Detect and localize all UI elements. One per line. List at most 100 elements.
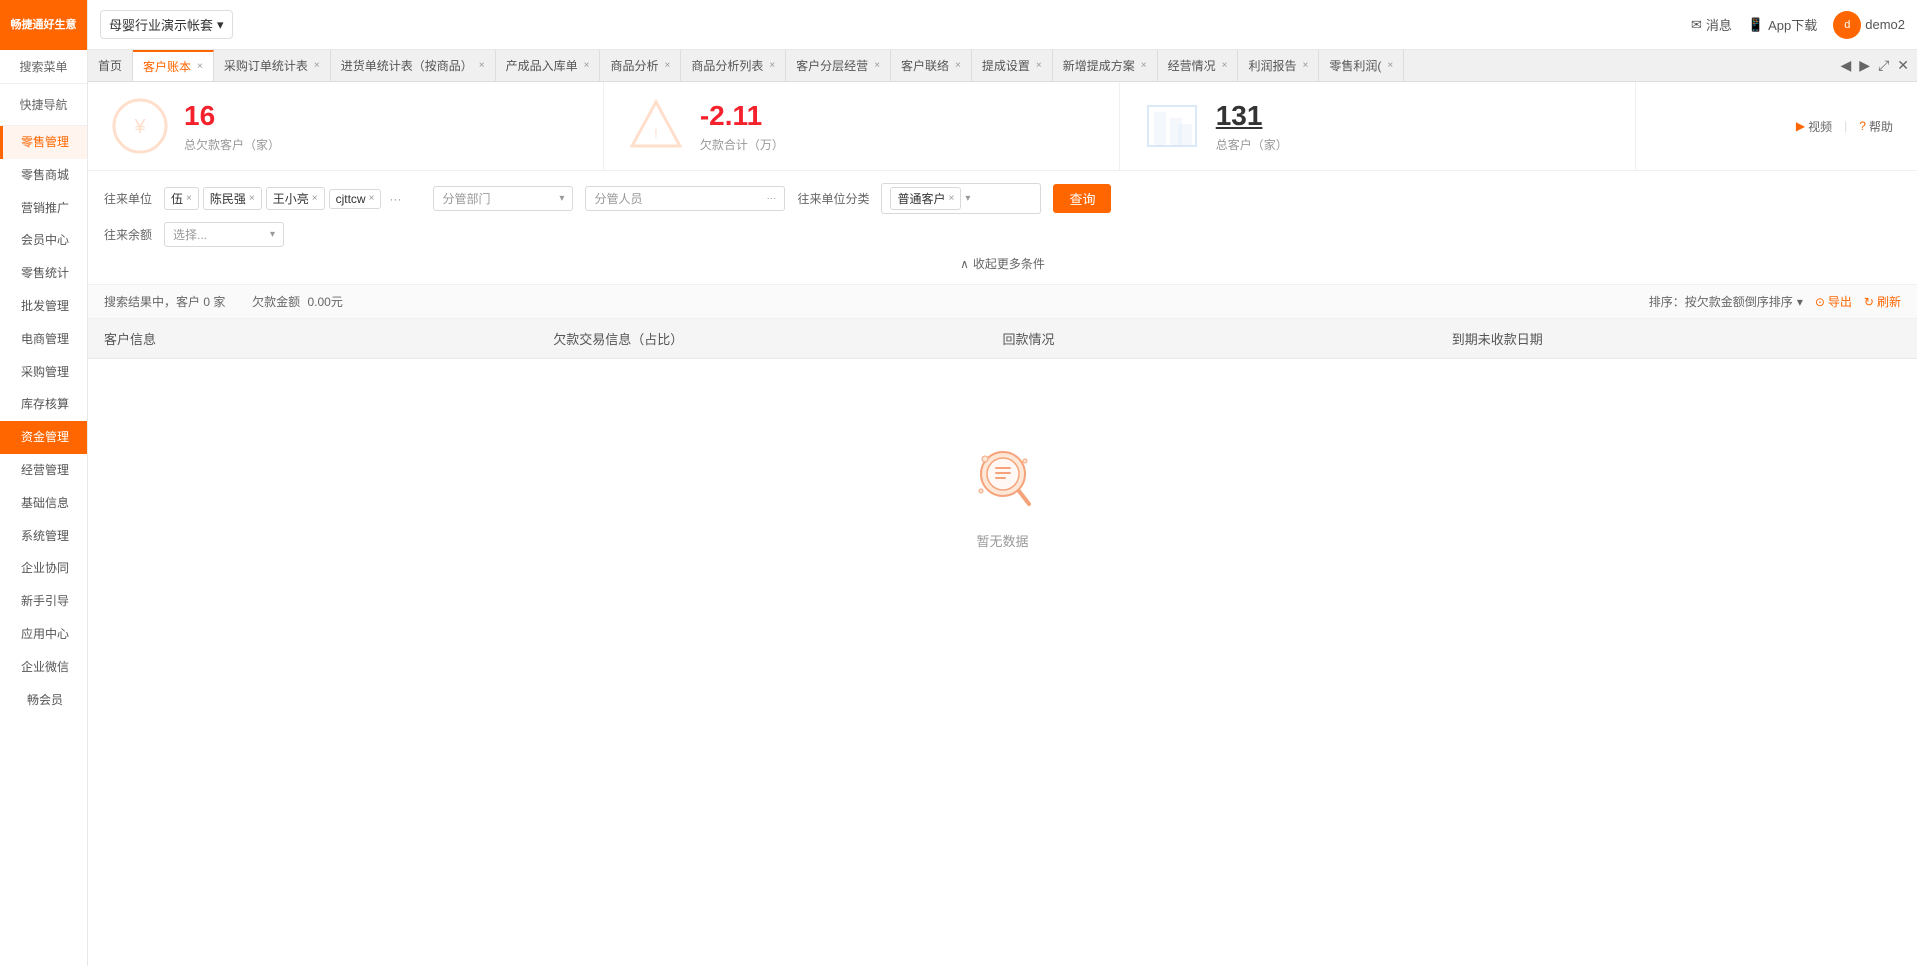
help-button[interactable]: ? 帮助 (1859, 118, 1893, 135)
tabs-close-btn[interactable]: ✕ (1895, 55, 1911, 76)
tab-customer-book-close[interactable]: × (197, 61, 203, 72)
sidebar-item-inventory-label: 库存核算 (7, 396, 83, 413)
sidebar-item-marketing-label: 营销推广 (7, 200, 83, 217)
message-action[interactable]: ✉ 消息 (1691, 15, 1732, 34)
help-icon: ? (1859, 119, 1866, 133)
sidebar-item-inventory[interactable]: 库存核算 (0, 388, 87, 421)
tab-profit-report[interactable]: 利润报告 × (1238, 50, 1319, 82)
tab-customer-contact-close[interactable]: × (955, 60, 961, 71)
sidebar-logo[interactable]: 畅捷通好生意 (0, 0, 87, 50)
tab-customer-layered-close[interactable]: × (874, 60, 880, 71)
tab-production-inbound[interactable]: 产成品入库单 × (496, 50, 601, 82)
sidebar-item-wholesale[interactable]: 批发管理 (0, 290, 87, 323)
tab-customer-contact[interactable]: 客户联络 × (891, 50, 972, 82)
result-sort[interactable]: 排序：按欠款金额倒序排序 ▾ (1649, 293, 1803, 310)
table-header-repayment: 回款情况 (1003, 329, 1452, 348)
tab-product-analysis-list-close[interactable]: × (769, 60, 775, 71)
sidebar-item-wechat-label: 企业微信 (7, 659, 83, 676)
filter-collapse[interactable]: ∧ 收起更多条件 (104, 255, 1901, 272)
sidebar-item-member[interactable]: 会员中心 (0, 224, 87, 257)
filter-classify-remove[interactable]: × (948, 193, 954, 204)
tab-inbound-close[interactable]: × (479, 60, 485, 71)
filter-balance-select[interactable]: 选择... ▾ (164, 222, 284, 247)
sidebar-item-basic-info[interactable]: 基础信息 (0, 487, 87, 520)
filter-more-tags[interactable]: ··· (385, 190, 405, 208)
refresh-label: 刷新 (1877, 293, 1901, 310)
filter-tag-chen-close[interactable]: × (249, 193, 255, 204)
tab-retail-profit[interactable]: 零售利润( × (1319, 50, 1404, 82)
sidebar-search[interactable]: 搜索菜单 (0, 50, 87, 84)
tabs-bar: 首页 客户账本 × 采购订单统计表 × 进货单统计表（按商品） × 产成品入库单… (88, 50, 1917, 82)
tab-product-analysis-label: 商品分析 (610, 57, 658, 74)
tabs-next-btn[interactable]: ▶ (1857, 55, 1872, 76)
sidebar-quick-nav[interactable]: 快捷导航 (0, 84, 87, 126)
tab-new-promotion-close[interactable]: × (1141, 60, 1147, 71)
filter-person-select[interactable]: 分管人员 ··· (585, 186, 785, 211)
tab-product-analysis-list[interactable]: 商品分析列表 × (681, 50, 786, 82)
sidebar-item-capital[interactable]: 资金管理 (0, 421, 87, 454)
tab-profit-report-close[interactable]: × (1302, 60, 1308, 71)
message-icon: ✉ (1691, 17, 1702, 33)
stat-label-total-customers: 总客户（家） (1216, 136, 1288, 153)
tab-inbound-stats-label: 进货单统计表（按商品） (341, 57, 473, 74)
sidebar-item-retail-stats[interactable]: 零售统计 (0, 257, 87, 290)
tab-inbound-stats[interactable]: 进货单统计表（按商品） × (331, 50, 496, 82)
video-button[interactable]: ▶ 视频 (1796, 118, 1832, 135)
sidebar-item-system[interactable]: 系统管理 (0, 520, 87, 553)
tabs-prev-btn[interactable]: ◀ (1839, 55, 1854, 76)
sidebar-item-retail-mgmt[interactable]: 零售管理 (0, 126, 87, 159)
tab-product-analysis-close[interactable]: × (664, 60, 670, 71)
sidebar-item-newbie[interactable]: 新手引导 (0, 585, 87, 618)
filter-tag-wu-close[interactable]: × (186, 193, 192, 204)
filter-balance-arrow: ▾ (270, 229, 275, 240)
tabs-expand-btn[interactable]: ⤢ (1876, 55, 1891, 76)
filter-department-select[interactable]: 分管部门 ▾ (433, 186, 573, 211)
sidebar-item-retail-mall[interactable]: 零售商城 (0, 159, 87, 192)
tab-production-close[interactable]: × (584, 60, 590, 71)
sidebar-item-app-center[interactable]: 应用中心 (0, 618, 87, 651)
tab-promotion-settings[interactable]: 提成设置 × (972, 50, 1053, 82)
filter-tag-cjttcw-close[interactable]: × (369, 193, 375, 204)
user-action[interactable]: d demo2 (1833, 11, 1905, 39)
filter-classify-value: 普通客户 (897, 190, 945, 207)
sidebar-item-marketing[interactable]: 营销推广 (0, 192, 87, 225)
tab-retail-profit-close[interactable]: × (1387, 60, 1393, 71)
export-button[interactable]: ⊙ 导出 (1815, 293, 1852, 310)
tab-promotion-settings-close[interactable]: × (1036, 60, 1042, 71)
user-label: demo2 (1865, 17, 1905, 32)
sort-label: 排序：按欠款金额倒序排序 (1649, 293, 1793, 310)
tab-product-analysis[interactable]: 商品分析 × (600, 50, 681, 82)
filter-classify-select[interactable]: 普通客户 × ▾ (881, 183, 1041, 214)
tab-purchase-close[interactable]: × (314, 60, 320, 71)
company-selector[interactable]: 母婴行业演示帐套 ▾ (100, 10, 233, 39)
result-search-prefix: 搜索结果中，客户 (104, 295, 200, 309)
filter-balance-placeholder: 选择... (173, 226, 266, 243)
filter-tag-wang-close[interactable]: × (312, 193, 318, 204)
result-debt-label (237, 295, 249, 309)
sidebar-item-member-label: 会员中心 (7, 232, 83, 249)
sidebar-item-operation[interactable]: 经营管理 (0, 454, 87, 487)
empty-text: 暂无数据 (976, 531, 1028, 550)
tab-operation-status-close[interactable]: × (1222, 60, 1228, 71)
sidebar-item-newbie-label: 新手引导 (7, 593, 83, 610)
tab-customer-book[interactable]: 客户账本 × (133, 50, 214, 82)
filter-balance-label: 往来余额 (104, 226, 152, 243)
tab-new-promotion[interactable]: 新增提成方案 × (1053, 50, 1158, 82)
sidebar-item-enterprise[interactable]: 企业协同 (0, 552, 87, 585)
sidebar-item-ecommerce[interactable]: 电商管理 (0, 323, 87, 356)
tab-purchase-order-stats[interactable]: 采购订单统计表 × (214, 50, 331, 82)
sidebar-search-label: 搜索菜单 (6, 58, 81, 75)
export-label: 导出 (1828, 293, 1852, 310)
sidebar-logo-text: 畅捷通好生意 (11, 18, 77, 32)
refresh-button[interactable]: ↻ 刷新 (1864, 293, 1901, 310)
query-button[interactable]: 查询 (1053, 184, 1111, 213)
tab-customer-layered[interactable]: 客户分层经营 × (786, 50, 891, 82)
tab-operation-status[interactable]: 经营情况 × (1158, 50, 1239, 82)
tab-home[interactable]: 首页 (88, 50, 133, 82)
result-actions: 排序：按欠款金额倒序排序 ▾ ⊙ 导出 ↻ 刷新 (1649, 293, 1901, 310)
sidebar-item-purchase[interactable]: 采购管理 (0, 356, 87, 389)
filter-classify-arrow: ▾ (965, 193, 970, 204)
sidebar-item-vip[interactable]: 畅会员 (0, 684, 87, 717)
sidebar-item-wechat[interactable]: 企业微信 (0, 651, 87, 684)
app-download-action[interactable]: 📱 App下载 (1748, 15, 1817, 34)
